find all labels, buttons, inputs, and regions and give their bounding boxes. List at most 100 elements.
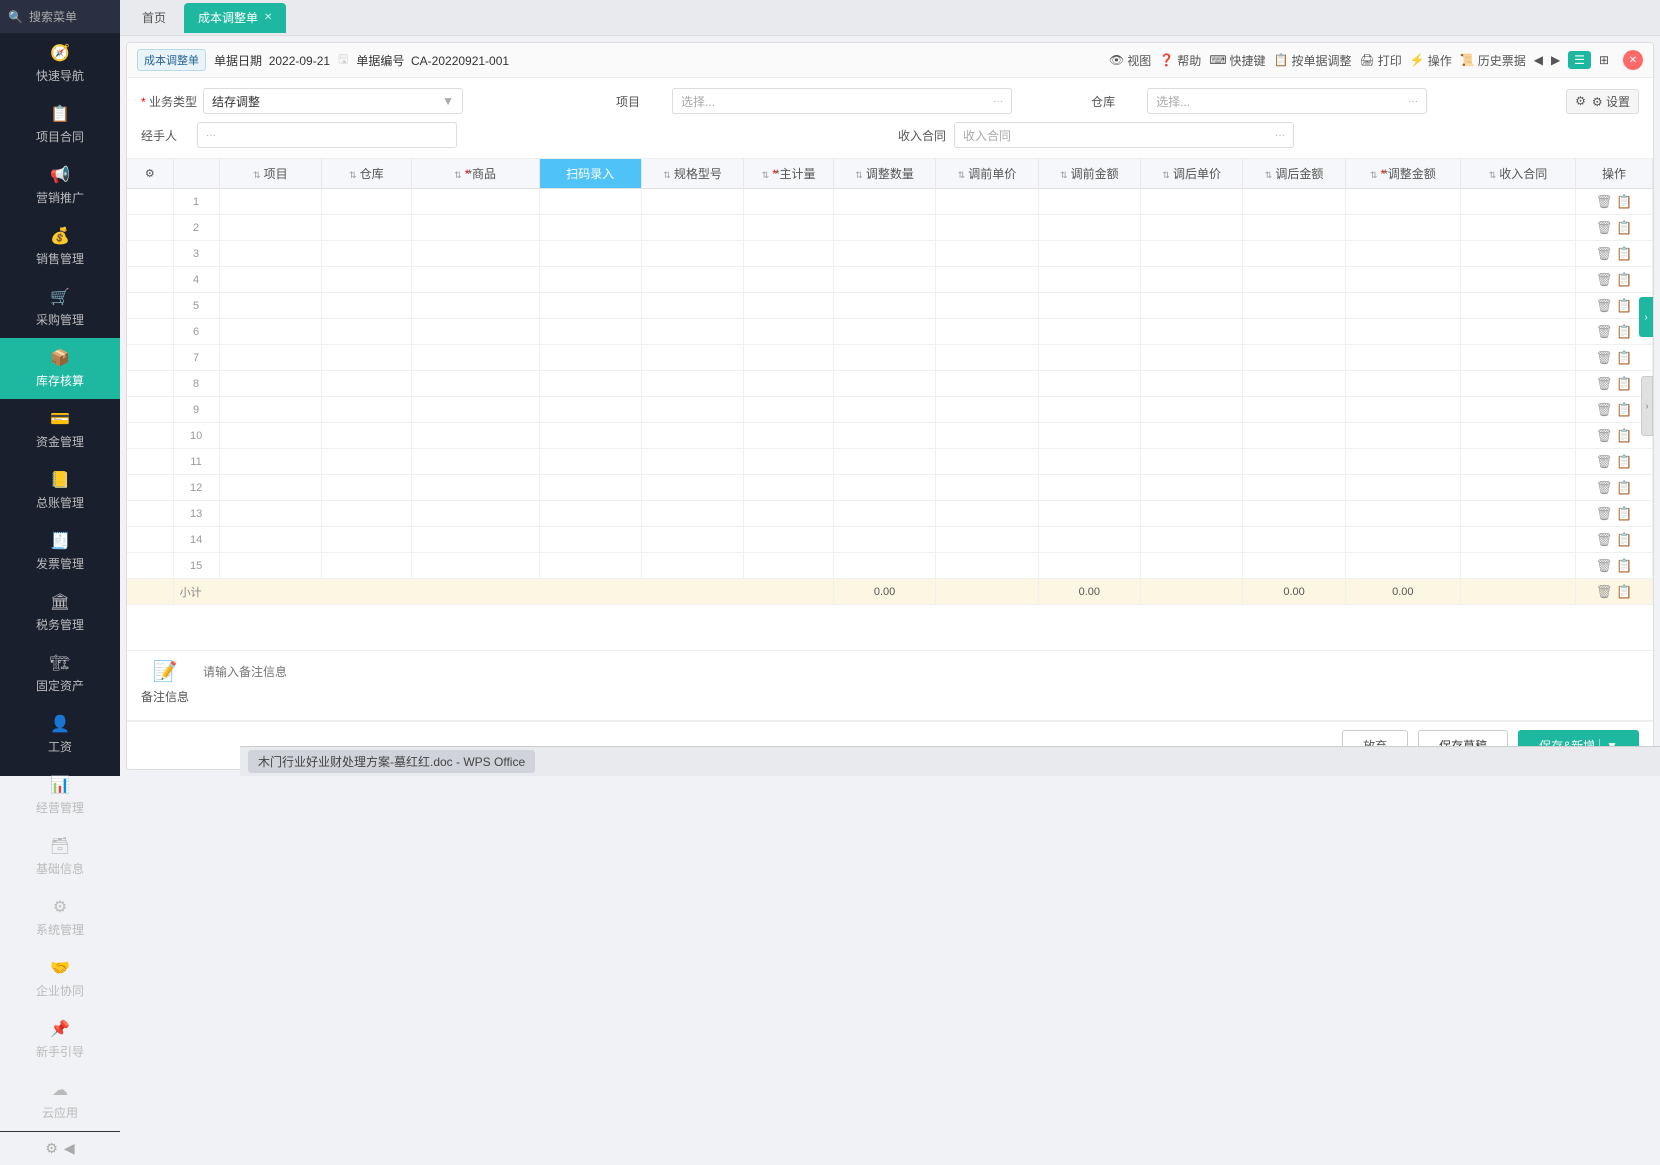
row-warehouse-cell[interactable] (322, 397, 412, 423)
row-after-unit-price-cell[interactable] (1141, 527, 1243, 553)
row-scan-cell[interactable] (539, 215, 641, 241)
row-prev-unit-price-cell[interactable] (936, 189, 1038, 215)
warehouse-input[interactable]: 选择... ··· (1147, 88, 1427, 114)
row-scan-cell[interactable] (539, 397, 641, 423)
row-after-unit-price-cell[interactable] (1141, 189, 1243, 215)
row-unit-cell[interactable] (744, 293, 834, 319)
row-unit-cell[interactable] (744, 501, 834, 527)
row-adjust-qty-cell[interactable] (833, 345, 935, 371)
row-warehouse-cell[interactable] (322, 475, 412, 501)
row-project-cell[interactable] (219, 189, 321, 215)
row-after-amount-cell[interactable] (1243, 371, 1345, 397)
row-after-amount-cell[interactable] (1243, 241, 1345, 267)
row-spec-cell[interactable] (641, 319, 743, 345)
action-by-doc[interactable]: 📋 按单据调整 (1274, 52, 1352, 69)
row-scan-cell[interactable] (539, 241, 641, 267)
sidebar-item-sales-promo[interactable]: 📢 营销推广 (0, 155, 120, 216)
row-goods-cell[interactable] (411, 319, 539, 345)
row-project-cell[interactable] (219, 423, 321, 449)
row-income-contract-cell[interactable] (1460, 293, 1575, 319)
row-after-unit-price-cell[interactable] (1141, 423, 1243, 449)
col-adjust-qty[interactable]: ⇅ 调整数量 (833, 159, 935, 189)
row-project-cell[interactable] (219, 449, 321, 475)
row-project-cell[interactable] (219, 475, 321, 501)
row-adjust-qty-cell[interactable] (833, 371, 935, 397)
row-prev-amount-cell[interactable] (1038, 527, 1140, 553)
delete-row-icon[interactable]: 🗑 (1596, 298, 1613, 314)
action-print[interactable]: 🖨 打印 (1360, 52, 1402, 69)
row-income-contract-cell[interactable] (1460, 449, 1575, 475)
action-history[interactable]: 📜 历史票据 (1460, 52, 1526, 69)
sidebar-item-purchase-mgmt[interactable]: 🛒 采购管理 (0, 277, 120, 338)
col-prev-amount[interactable]: ⇅ 调前金额 (1038, 159, 1140, 189)
copy-row-icon[interactable]: 📋 (1616, 558, 1632, 574)
copy-row-icon[interactable]: 📋 (1616, 194, 1632, 210)
row-project-cell[interactable] (219, 345, 321, 371)
row-adjust-qty-cell[interactable] (833, 397, 935, 423)
col-warehouse[interactable]: ⇅ 仓库 (322, 159, 412, 189)
row-scan-cell[interactable] (539, 423, 641, 449)
row-adjust-amount-cell[interactable] (1345, 319, 1460, 345)
sidebar-item-basic-info[interactable]: 🗃 基础信息 (0, 826, 120, 887)
row-goods-cell[interactable] (411, 189, 539, 215)
row-spec-cell[interactable] (641, 215, 743, 241)
row-prev-unit-price-cell[interactable] (936, 293, 1038, 319)
row-scan-cell[interactable] (539, 319, 641, 345)
row-unit-cell[interactable] (744, 267, 834, 293)
row-after-unit-price-cell[interactable] (1141, 501, 1243, 527)
action-operate[interactable]: ⚡ 操作 (1410, 52, 1452, 69)
row-adjust-amount-cell[interactable] (1345, 475, 1460, 501)
subtotal-copy-icon[interactable]: 📋 (1616, 584, 1632, 600)
col-adjust-amount[interactable]: ⇅ **调整金额 (1345, 159, 1460, 189)
copy-row-icon[interactable]: 📋 (1616, 376, 1632, 392)
row-scan-cell[interactable] (539, 553, 641, 579)
row-after-unit-price-cell[interactable] (1141, 553, 1243, 579)
row-unit-cell[interactable] (744, 371, 834, 397)
row-spec-cell[interactable] (641, 267, 743, 293)
col-unit[interactable]: ⇅ **主计量 (744, 159, 834, 189)
row-unit-cell[interactable] (744, 189, 834, 215)
handler-input[interactable]: ··· (197, 122, 457, 148)
row-warehouse-cell[interactable] (322, 501, 412, 527)
row-after-unit-price-cell[interactable] (1141, 267, 1243, 293)
row-unit-cell[interactable] (744, 449, 834, 475)
row-scan-cell[interactable] (539, 449, 641, 475)
row-project-cell[interactable] (219, 397, 321, 423)
row-scan-cell[interactable] (539, 345, 641, 371)
row-adjust-qty-cell[interactable] (833, 215, 935, 241)
delete-row-icon[interactable]: 🗑 (1596, 324, 1613, 340)
row-after-unit-price-cell[interactable] (1141, 397, 1243, 423)
col-goods[interactable]: ⇅ **商品 (411, 159, 539, 189)
collapse-icon[interactable]: ◀ (64, 1140, 75, 1157)
settings-button[interactable]: ⚙ ⚙ 设置 (1566, 89, 1639, 114)
row-adjust-qty-cell[interactable] (833, 449, 935, 475)
row-adjust-amount-cell[interactable] (1345, 345, 1460, 371)
row-warehouse-cell[interactable] (322, 267, 412, 293)
row-prev-amount-cell[interactable] (1038, 371, 1140, 397)
copy-row-icon[interactable]: 📋 (1616, 532, 1632, 548)
row-after-amount-cell[interactable] (1243, 215, 1345, 241)
sidebar-item-salary[interactable]: 👤 工资 (0, 704, 120, 765)
copy-row-icon[interactable]: 📋 (1616, 220, 1632, 236)
copy-row-icon[interactable]: 📋 (1616, 350, 1632, 366)
project-input[interactable]: 选择... ··· (672, 88, 1012, 114)
row-project-cell[interactable] (219, 553, 321, 579)
copy-row-icon[interactable]: 📋 (1616, 402, 1632, 418)
settings-bottom-icon[interactable]: ⚙ (45, 1140, 58, 1157)
row-after-amount-cell[interactable] (1243, 501, 1345, 527)
row-warehouse-cell[interactable] (322, 371, 412, 397)
row-prev-amount-cell[interactable] (1038, 501, 1140, 527)
sidebar-item-sys-mgmt[interactable]: ⚙ 系统管理 (0, 887, 120, 948)
row-prev-unit-price-cell[interactable] (936, 215, 1038, 241)
row-prev-amount-cell[interactable] (1038, 423, 1140, 449)
row-prev-amount-cell[interactable] (1038, 215, 1140, 241)
copy-row-icon[interactable]: 📋 (1616, 480, 1632, 496)
row-adjust-amount-cell[interactable] (1345, 241, 1460, 267)
sidebar-item-fixed-assets[interactable]: 🏗 固定资产 (0, 643, 120, 704)
action-view[interactable]: 👁 视图 (1109, 52, 1151, 69)
sidebar-item-newcomer[interactable]: 📌 新手引导 (0, 1009, 120, 1070)
row-adjust-qty-cell[interactable] (833, 553, 935, 579)
sidebar-item-inventory[interactable]: 📦 库存核算 (0, 338, 120, 399)
row-warehouse-cell[interactable] (322, 319, 412, 345)
row-after-unit-price-cell[interactable] (1141, 319, 1243, 345)
